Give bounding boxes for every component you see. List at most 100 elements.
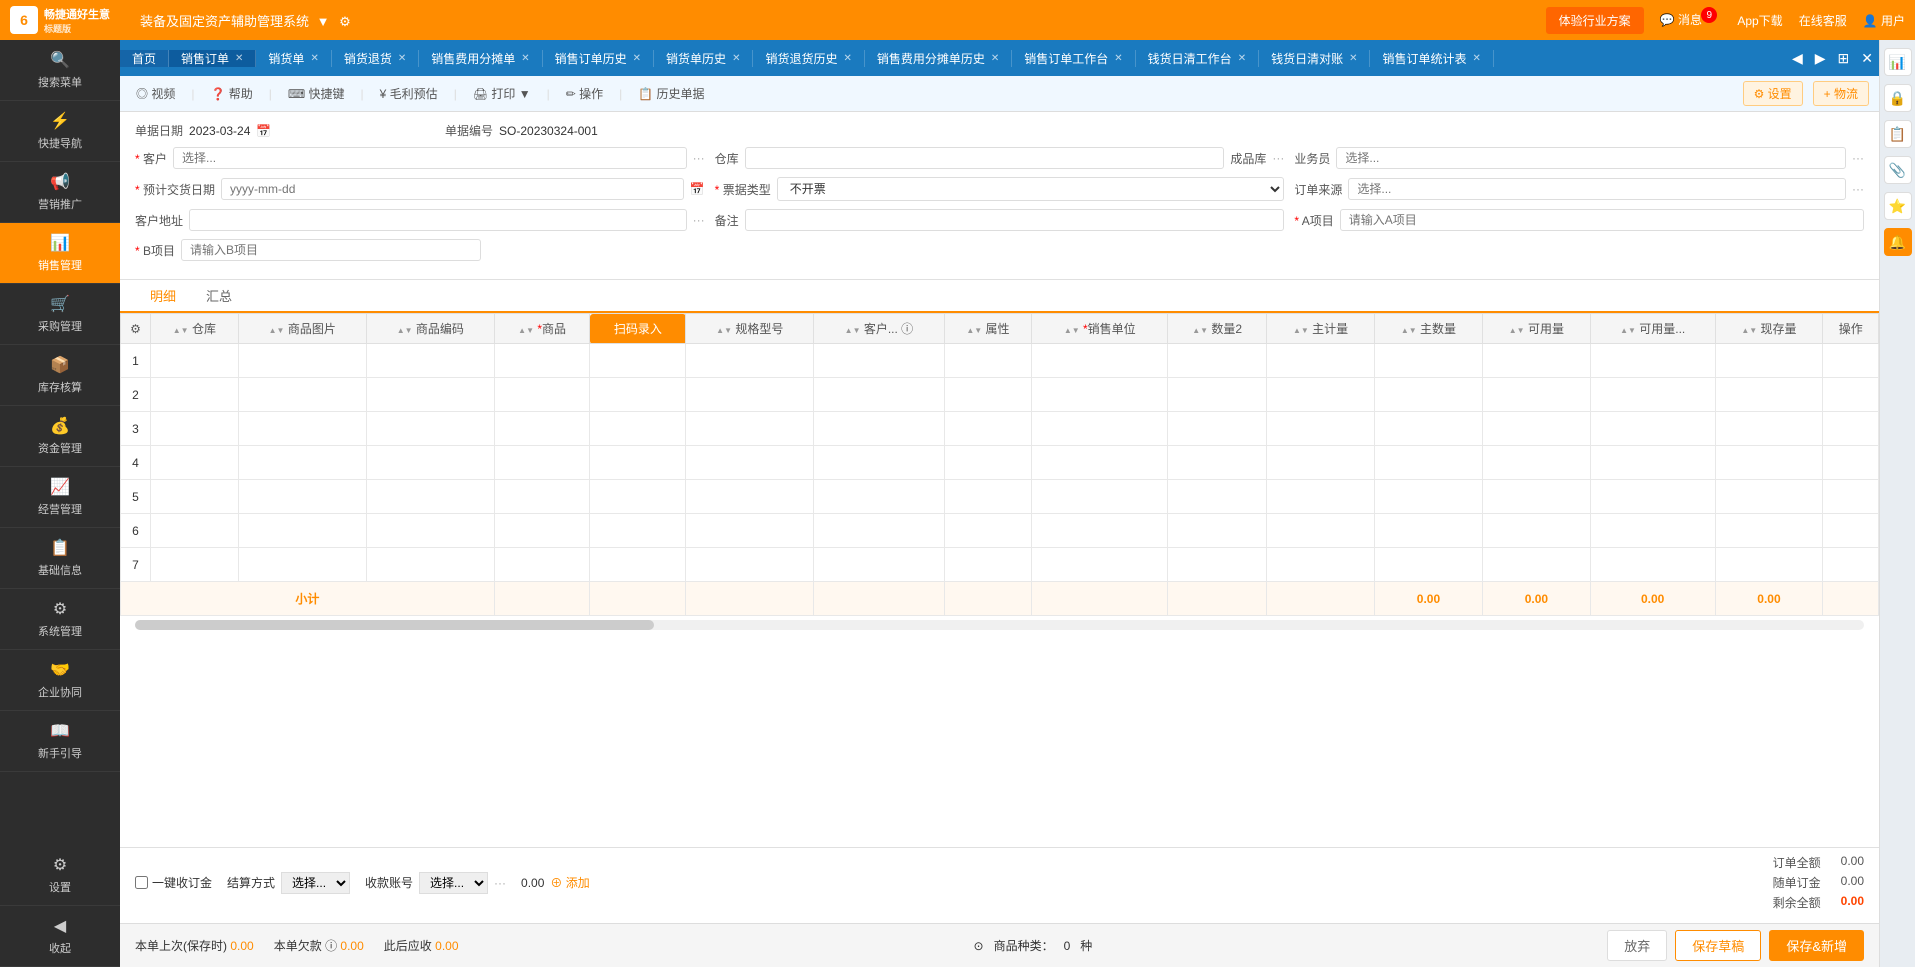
sidebar-item-采购管理[interactable]: 🛒采购管理	[0, 284, 120, 345]
cell-3-1[interactable]	[366, 344, 494, 378]
cell-6-7[interactable]	[686, 548, 814, 582]
print-btn[interactable]: 🖨 打印 ▼	[467, 83, 537, 104]
tab-detail[interactable]: 明细	[135, 280, 191, 313]
sidebar-item-资金管理[interactable]: 💰资金管理	[0, 406, 120, 467]
cell-2-4[interactable]	[238, 446, 366, 480]
save-new-btn[interactable]: 保存&新增	[1769, 930, 1864, 961]
sidebar-item-基础信息[interactable]: 📋基础信息	[0, 528, 120, 589]
horizontal-scrollbar[interactable]	[135, 620, 1864, 630]
account-select[interactable]: 选择...	[419, 872, 488, 894]
discard-btn[interactable]: 放弃	[1607, 930, 1667, 961]
cell-barcode-2[interactable]	[590, 378, 686, 412]
right-icon-6[interactable]: 🔔	[1884, 228, 1912, 256]
right-icon-1[interactable]: 📊	[1884, 48, 1912, 76]
cell-2-2[interactable]	[238, 378, 366, 412]
col-settings[interactable]: ⚙	[121, 314, 151, 344]
sidebar-item-新手引导[interactable]: 📖新手引导	[0, 711, 120, 772]
customer-more-icon[interactable]: ···	[693, 151, 705, 165]
cell-4-1[interactable]	[494, 344, 590, 378]
cell-9-4[interactable]	[1032, 446, 1168, 480]
cell-4-3[interactable]	[494, 412, 590, 446]
a-project-input[interactable]	[1340, 209, 1864, 231]
cell-14-2[interactable]	[1590, 378, 1715, 412]
cell-10-3[interactable]	[1168, 412, 1267, 446]
col-available2[interactable]: ▲▼ 可用量...	[1590, 314, 1715, 344]
tab-close-2[interactable]: ✕	[310, 53, 318, 64]
cell-4-4[interactable]	[494, 446, 590, 480]
cell-14-1[interactable]	[1590, 344, 1715, 378]
cell-11-4[interactable]	[1267, 446, 1375, 480]
tab-prev-btn[interactable]: ◀	[1786, 40, 1809, 76]
cell-7-5[interactable]	[814, 480, 944, 514]
cell-11-2[interactable]	[1267, 378, 1375, 412]
tab-close-3[interactable]: ✕	[398, 53, 406, 64]
cell-13-5[interactable]	[1482, 480, 1590, 514]
cell-7-2[interactable]	[814, 378, 944, 412]
tab-close-8[interactable]: ✕	[991, 53, 999, 64]
col-stock[interactable]: ▲▼ 现存量	[1715, 314, 1823, 344]
logistics-btn[interactable]: + 物流	[1813, 81, 1869, 106]
tab-11[interactable]: 钱货日清对账✕	[1259, 50, 1370, 67]
cell-3-3[interactable]	[366, 412, 494, 446]
cell-4-2[interactable]	[494, 378, 590, 412]
cell-16-5[interactable]	[1823, 480, 1879, 514]
col-code[interactable]: ▲▼ 商品编码	[366, 314, 494, 344]
cell-1-6[interactable]	[151, 514, 239, 548]
cell-barcode-3[interactable]	[590, 412, 686, 446]
cell-8-4[interactable]	[944, 446, 1032, 480]
cell-7-3[interactable]	[814, 412, 944, 446]
cell-16-4[interactable]	[1823, 446, 1879, 480]
cell-13-7[interactable]	[1482, 548, 1590, 582]
shortcut-btn[interactable]: ⌨ 快捷键	[282, 83, 351, 104]
cell-2-5[interactable]	[238, 480, 366, 514]
warehouse-more-icon[interactable]: ···	[1272, 151, 1284, 165]
right-icon-5[interactable]: ⭐	[1884, 192, 1912, 220]
cell-barcode-6[interactable]	[590, 514, 686, 548]
tab-close-5[interactable]: ✕	[633, 53, 641, 64]
col-customer-code[interactable]: ▲▼ 客户... ⓘ	[814, 314, 944, 344]
cell-16-1[interactable]	[1823, 344, 1879, 378]
col-qty2[interactable]: ▲▼ 数量2	[1168, 314, 1267, 344]
cell-2-7[interactable]	[238, 548, 366, 582]
cell-2-3[interactable]	[238, 412, 366, 446]
cell-1-4[interactable]	[151, 446, 239, 480]
account-dots[interactable]: ···	[494, 876, 506, 890]
cell-7-4[interactable]	[814, 446, 944, 480]
sidebar-item-企业协同[interactable]: 🤝企业协同	[0, 650, 120, 711]
col-attr[interactable]: ▲▼ 属性	[944, 314, 1032, 344]
tab-0[interactable]: 首页	[120, 50, 169, 67]
staff-more-icon[interactable]: ···	[1852, 151, 1864, 165]
cell-9-2[interactable]	[1032, 378, 1168, 412]
cell-16-2[interactable]	[1823, 378, 1879, 412]
pay-method-select[interactable]: 选择...	[281, 872, 350, 894]
sidebar-item-快捷导航[interactable]: ⚡快捷导航	[0, 101, 120, 162]
tab-close-10[interactable]: ✕	[1238, 53, 1246, 64]
cell-14-7[interactable]	[1590, 548, 1715, 582]
cell-6-4[interactable]	[686, 446, 814, 480]
cell-12-4[interactable]	[1375, 446, 1483, 480]
cell-barcode-1[interactable]	[590, 344, 686, 378]
cell-11-6[interactable]	[1267, 514, 1375, 548]
b-project-input[interactable]	[181, 239, 481, 261]
cell-14-4[interactable]	[1590, 446, 1715, 480]
cell-9-1[interactable]	[1032, 344, 1168, 378]
col-unit[interactable]: ▲▼ *销售单位	[1032, 314, 1168, 344]
cell-16-7[interactable]	[1823, 548, 1879, 582]
quick-pay-check[interactable]	[135, 876, 148, 889]
order-source-more-icon[interactable]: ···	[1852, 182, 1864, 196]
cell-11-5[interactable]	[1267, 480, 1375, 514]
cell-15-7[interactable]	[1715, 548, 1823, 582]
cell-barcode-7[interactable]	[590, 548, 686, 582]
cell-6-6[interactable]	[686, 514, 814, 548]
app-download-btn[interactable]: App下载	[1737, 12, 1782, 29]
cell-4-5[interactable]	[494, 480, 590, 514]
calendar-icon[interactable]: 📅	[256, 124, 271, 138]
col-main-unit[interactable]: ▲▼ 主计量	[1267, 314, 1375, 344]
invoice-select[interactable]: 不开票	[777, 177, 1285, 201]
customer-input[interactable]	[173, 147, 687, 169]
cell-6-2[interactable]	[686, 378, 814, 412]
address-more-icon[interactable]: ···	[693, 213, 705, 227]
cell-4-6[interactable]	[494, 514, 590, 548]
cell-9-6[interactable]	[1032, 514, 1168, 548]
address-input[interactable]	[189, 209, 687, 231]
